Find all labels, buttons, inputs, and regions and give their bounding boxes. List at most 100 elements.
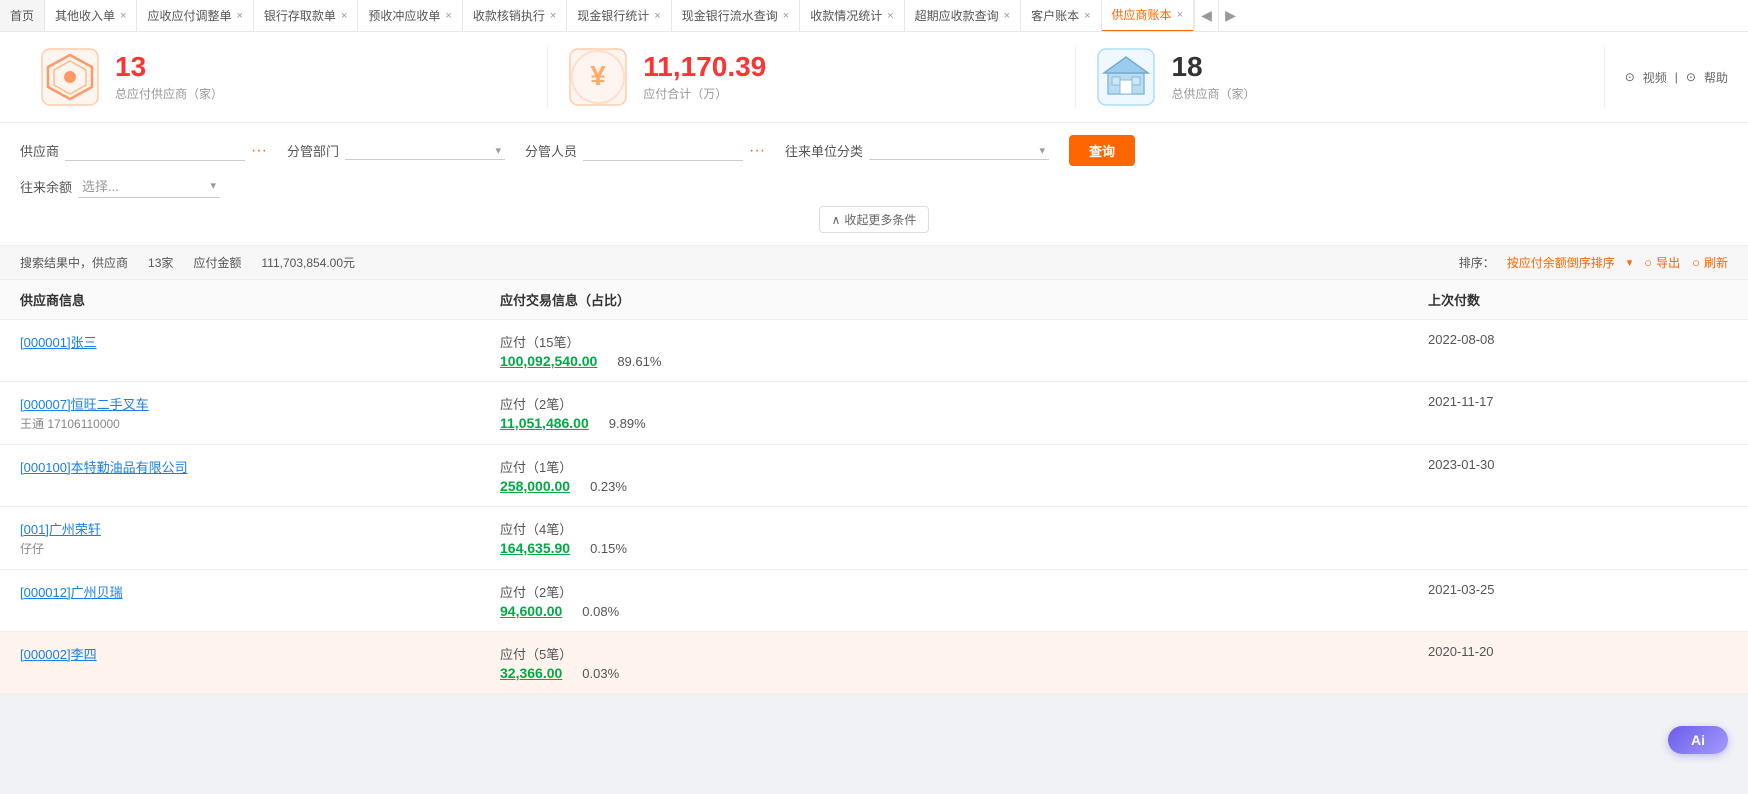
tx-count: （5笔） [526, 644, 572, 663]
person-ellipsis-btn[interactable]: ··· [749, 142, 765, 160]
nav-tab-advance-collection-label: 预收冲应收单 [368, 7, 440, 24]
summary-card-suppliers: 13 总应付供应商（家） [20, 47, 548, 107]
col-tx-info: 应付交易信息（占比） [500, 290, 1428, 309]
total-supplier-value: 18 [1171, 53, 1255, 81]
tx-row: 应付 （1笔） [500, 457, 1428, 476]
supplier-link[interactable]: [000001]张三 [20, 332, 500, 351]
nav-tab-collection-stats[interactable]: 收款情况统计 × [800, 0, 904, 32]
close-ap-adjustment[interactable]: × [236, 10, 242, 22]
ai-button[interactable]: Ai [1668, 726, 1728, 754]
tx-label: 应付 [500, 644, 526, 663]
nav-tab-collection-stats-label: 收款情况统计 [810, 7, 882, 24]
close-supplier-account[interactable]: × [1177, 9, 1183, 21]
tx-amount[interactable]: 11,051,486.00 [500, 415, 589, 431]
nav-tab-advance-collection[interactable]: 预收冲应收单 × [358, 0, 462, 32]
tx-amount[interactable]: 94,600.00 [500, 603, 562, 619]
supplier-sub: 王通 17106110000 [20, 415, 500, 432]
svg-text:¥: ¥ [590, 60, 606, 91]
tx-amount[interactable]: 258,000.00 [500, 478, 570, 494]
summary-area: 13 总应付供应商（家） ¥ 11,170.39 应付合计（万） [0, 32, 1748, 123]
nav-prev-arrow[interactable]: ◀ [1194, 0, 1218, 32]
supplier-link[interactable]: [000007]恒旺二手叉车 [20, 394, 500, 413]
close-advance-collection[interactable]: × [445, 10, 451, 22]
tx-count: （4笔） [526, 519, 572, 538]
sort-dropdown-arrow[interactable]: ▾ [1627, 256, 1633, 269]
tx-row: 应付 （2笔） [500, 582, 1428, 601]
help-link[interactable]: 帮助 [1704, 69, 1728, 86]
supplier-link[interactable]: [001]广州荣轩 [20, 519, 500, 538]
tx-count: （1笔） [526, 457, 572, 476]
tx-label: 应付 [500, 582, 526, 601]
result-bar-right: 排序： 按应付余额倒序排序 ▾ ○ 导出 ○ 刷新 [1459, 254, 1728, 271]
close-bank-deposit[interactable]: × [341, 10, 347, 22]
supplier-summary-info: 13 总应付供应商（家） [115, 53, 223, 102]
nav-tab-cash-bank-flow[interactable]: 现金银行流水查询 × [672, 0, 800, 32]
dept-dropdown-arrow: ▾ [495, 144, 501, 157]
last-pay-value: 2023-01-30 [1428, 457, 1495, 472]
balance-filter-select[interactable]: 选择... ▾ [78, 174, 220, 198]
result-amount-label: 应付金额 [193, 254, 241, 271]
close-collection-check[interactable]: × [550, 10, 556, 22]
supplier-info-cell: [000100]本特勤油品有限公司 [20, 457, 500, 476]
export-btn[interactable]: ○ 导出 [1644, 254, 1680, 271]
search-button[interactable]: 查询 [1069, 135, 1135, 166]
table-row[interactable]: [001]广州荣轩 仔仔 应付 （4笔） 164,635.90 0.15% [0, 507, 1748, 570]
nav-tab-overdue-query[interactable]: 超期应收款查询 × [905, 0, 1021, 32]
filter-row-2: 往来余额 选择... ▾ [20, 174, 1728, 198]
sort-select[interactable]: 按应付余额倒序排序 [1507, 254, 1615, 271]
table-row-highlighted[interactable]: [000002]李四 应付 （5笔） 32,366.00 0.03% 2020-… [0, 632, 1748, 694]
nav-tab-bank-deposit[interactable]: 银行存取款单 × [254, 0, 358, 32]
supplier-info-cell: [000007]恒旺二手叉车 王通 17106110000 [20, 394, 500, 432]
nav-tab-ap-adjustment[interactable]: 应收应付调整单 × [137, 0, 253, 32]
supplier-link[interactable]: [000100]本特勤油品有限公司 [20, 457, 500, 476]
supplier-filter-input[interactable] [65, 141, 245, 161]
close-customer-account[interactable]: × [1084, 10, 1090, 22]
category-filter-select[interactable]: ▾ [869, 142, 1049, 160]
supplier-link[interactable]: [000012]广州贝瑞 [20, 582, 500, 601]
total-supplier-label: 总供应商（家） [1171, 85, 1255, 102]
nav-tab-supplier-account[interactable]: 供应商账本 × [1102, 0, 1194, 32]
table-row[interactable]: [000001]张三 应付 （15笔） 100,092,540.00 89.61… [0, 320, 1748, 382]
tx-amount[interactable]: 100,092,540.00 [500, 353, 597, 369]
tx-amount[interactable]: 32,366.00 [500, 665, 562, 681]
tx-count: （2笔） [526, 394, 572, 413]
supplier-info-cell: [000001]张三 [20, 332, 500, 351]
category-filter-label: 往来单位分类 [785, 141, 863, 160]
filter-row-1: 供应商 ··· 分管部门 ▾ 分管人员 ··· 往来单位分类 ▾ [20, 135, 1728, 166]
supplier-ellipsis-btn[interactable]: ··· [251, 142, 267, 160]
nav-next-arrow[interactable]: ▶ [1218, 0, 1242, 32]
tx-count: （2笔） [526, 582, 572, 601]
close-cash-bank-stats[interactable]: × [654, 10, 660, 22]
table-row[interactable]: [000007]恒旺二手叉车 王通 17106110000 应付 （2笔） 11… [0, 382, 1748, 445]
close-other-income[interactable]: × [120, 10, 126, 22]
tx-amount-row: 258,000.00 0.23% [500, 476, 1428, 494]
amount-summary-info: 11,170.39 应付合计（万） [643, 53, 766, 102]
table-row[interactable]: [000012]广州贝瑞 应付 （2笔） 94,600.00 0.08% 202… [0, 570, 1748, 632]
video-link[interactable]: 视频 [1643, 69, 1667, 86]
table-row[interactable]: [000100]本特勤油品有限公司 应付 （1笔） 258,000.00 0.2… [0, 445, 1748, 507]
sort-label: 排序： [1459, 254, 1495, 271]
result-amount-value: 111,703,854.00元 [261, 254, 355, 271]
close-collection-stats[interactable]: × [887, 10, 893, 22]
nav-tab-home[interactable]: 首页 [0, 0, 45, 32]
close-overdue-query[interactable]: × [1004, 10, 1010, 22]
dept-filter-label: 分管部门 [287, 141, 339, 160]
nav-tab-collection-check[interactable]: 收款核销执行 × [463, 0, 567, 32]
nav-tab-cash-bank-stats-label: 现金银行统计 [577, 7, 649, 24]
dept-filter-select[interactable]: ▾ [345, 142, 505, 160]
tx-amount-row: 94,600.00 0.08% [500, 601, 1428, 619]
nav-tab-customer-account[interactable]: 客户账本 × [1021, 0, 1101, 32]
person-filter-input[interactable] [583, 141, 743, 161]
refresh-btn[interactable]: ○ 刷新 [1692, 254, 1728, 271]
close-cash-bank-flow[interactable]: × [783, 10, 789, 22]
nav-tab-other-income[interactable]: 其他收入单 × [45, 0, 137, 32]
filter-balance: 往来余额 选择... ▾ [20, 174, 220, 198]
collapse-button[interactable]: ∧ 收起更多条件 [819, 206, 930, 233]
tx-percent: 89.61% [617, 354, 661, 369]
supplier-link[interactable]: [000002]李四 [20, 644, 500, 663]
tx-row: 应付 （5笔） [500, 644, 1428, 663]
supplier-filter-label: 供应商 [20, 141, 59, 160]
table-area: 供应商信息 应付交易信息（占比） 上次付数 [000001]张三 应付 （15笔… [0, 280, 1748, 694]
nav-tab-cash-bank-stats[interactable]: 现金银行统计 × [567, 0, 671, 32]
tx-amount[interactable]: 164,635.90 [500, 540, 570, 556]
